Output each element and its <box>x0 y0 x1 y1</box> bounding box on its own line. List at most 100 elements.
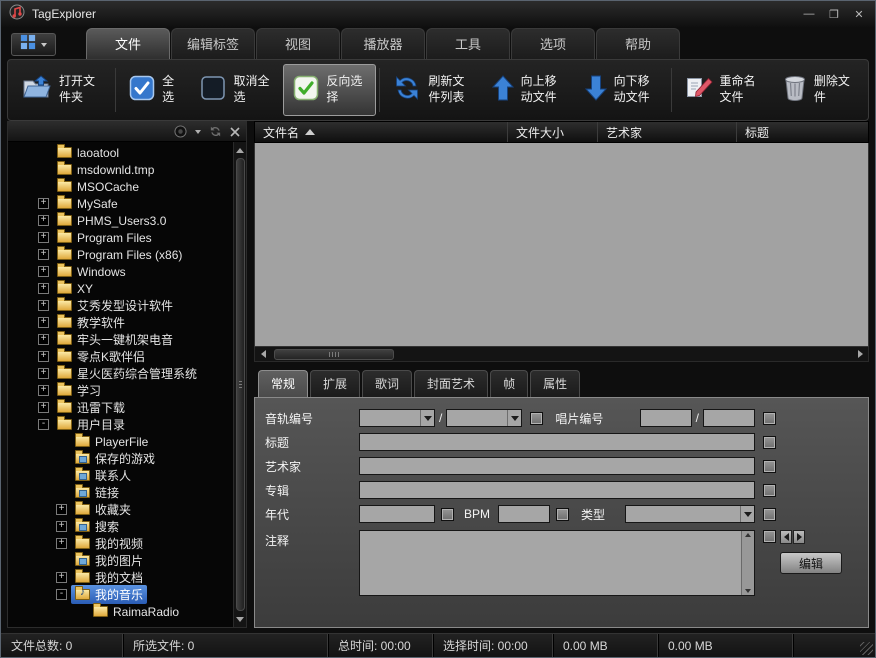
year-input[interactable] <box>359 505 435 523</box>
invert-selection-button[interactable]: 反向选择 <box>283 64 376 116</box>
deselect-all-button[interactable]: 取消全选 <box>190 64 283 116</box>
tree-item[interactable]: MSOCache <box>8 178 233 195</box>
title-input[interactable] <box>359 433 755 451</box>
scrollbar-thumb[interactable] <box>274 349 394 360</box>
edit-button[interactable]: 编辑 <box>780 552 842 574</box>
tree-node[interactable]: RaimaRadio <box>89 604 183 620</box>
next-frame-button[interactable] <box>793 530 805 544</box>
chevron-down-icon[interactable] <box>420 410 434 426</box>
tab-properties[interactable]: 属性 <box>530 370 580 397</box>
tree-item[interactable]: laoatool <box>8 144 233 161</box>
track-total-input[interactable] <box>447 411 507 425</box>
tree-expand-toggle[interactable] <box>38 317 49 328</box>
tree-item[interactable]: 星火医药综合管理系统 <box>8 365 233 382</box>
tree-item[interactable]: Windows <box>8 263 233 280</box>
scroll-down-button[interactable] <box>234 613 246 625</box>
tree-node[interactable]: Program Files <box>53 230 156 246</box>
close-panel-icon[interactable] <box>230 127 240 137</box>
app-menu-button[interactable] <box>11 33 56 56</box>
tree-expand-toggle[interactable] <box>56 521 67 532</box>
bpm-checkbox[interactable] <box>441 508 454 521</box>
tree-item[interactable]: 学习 <box>8 382 233 399</box>
chevron-down-icon[interactable] <box>740 506 754 522</box>
minimize-button[interactable]: — <box>801 8 817 21</box>
open-folder-button[interactable]: 打开文件夹 <box>12 64 112 116</box>
tree-item[interactable]: PlayerFile <box>8 433 233 450</box>
disc-total-input[interactable] <box>703 409 755 427</box>
tree-expand-toggle[interactable] <box>38 300 49 311</box>
scroll-up-button[interactable] <box>234 144 246 156</box>
genre-checkbox[interactable] <box>556 508 569 521</box>
resize-grip[interactable] <box>860 642 873 655</box>
tree-item[interactable]: 收藏夹 <box>8 501 233 518</box>
tree-item[interactable]: RaimaRadio <box>8 603 233 620</box>
album-checkbox[interactable] <box>763 484 776 497</box>
tree-node[interactable]: PHMS_Users3.0 <box>53 213 170 229</box>
maximize-button[interactable]: ❐ <box>826 8 842 21</box>
tree-item[interactable]: 我的音乐 <box>8 586 233 603</box>
tab-cover-art[interactable]: 封面艺术 <box>414 370 488 397</box>
column-filename[interactable]: 文件名 <box>255 122 508 142</box>
move-file-down-button[interactable]: 向下移动文件 <box>575 64 668 116</box>
tab-player[interactable]: 播放器 <box>341 28 425 59</box>
tree-item[interactable]: MySafe <box>8 195 233 212</box>
delete-file-button[interactable]: 删除文件 <box>773 64 864 116</box>
disc-number-input[interactable] <box>640 409 692 427</box>
tree-item[interactable]: Program Files (x86) <box>8 246 233 263</box>
tree-item[interactable]: 牢头一键机架电音 <box>8 331 233 348</box>
tree-item[interactable]: PHMS_Users3.0 <box>8 212 233 229</box>
tree-expand-toggle[interactable] <box>38 385 49 396</box>
scroll-right-button[interactable] <box>853 348 867 361</box>
tab-help[interactable]: 帮助 <box>596 28 680 59</box>
genre-field-checkbox[interactable] <box>763 508 776 521</box>
tree-node[interactable]: 我的音乐 <box>71 585 147 604</box>
tab-extended[interactable]: 扩展 <box>310 370 360 397</box>
artist-input[interactable] <box>359 457 755 475</box>
close-button[interactable]: ✕ <box>851 8 867 21</box>
album-input[interactable] <box>359 481 755 499</box>
tree-item[interactable]: 零点K歌伴侣 <box>8 348 233 365</box>
tab-edit-tags[interactable]: 编辑标签 <box>171 28 255 59</box>
scrollbar-thumb[interactable] <box>236 158 245 611</box>
genre-input[interactable] <box>626 507 740 521</box>
tree-item[interactable]: 我的视频 <box>8 535 233 552</box>
scroll-left-button[interactable] <box>256 348 270 361</box>
genre-combo[interactable] <box>625 505 755 523</box>
tree-item[interactable]: 我的文档 <box>8 569 233 586</box>
tree-expand-toggle[interactable] <box>38 266 49 277</box>
column-artist[interactable]: 艺术家 <box>598 122 737 142</box>
artist-checkbox[interactable] <box>763 460 776 473</box>
tree-expand-toggle[interactable] <box>38 198 49 209</box>
comment-scrollbar[interactable] <box>741 531 754 595</box>
tab-options[interactable]: 选项 <box>511 28 595 59</box>
tree-node[interactable]: Program Files (x86) <box>53 247 186 263</box>
tree-expand-toggle[interactable] <box>38 402 49 413</box>
tree-expand-toggle[interactable] <box>38 334 49 345</box>
select-all-button[interactable]: 全选 <box>119 64 190 116</box>
file-list-body[interactable] <box>254 143 869 347</box>
track-total-combo[interactable] <box>446 409 522 427</box>
tree-node[interactable]: XY <box>53 281 97 297</box>
track-number-combo[interactable] <box>359 409 435 427</box>
rename-file-button[interactable]: 重命名文件 <box>675 64 773 116</box>
tree-expand-toggle[interactable] <box>38 351 49 362</box>
prev-frame-button[interactable] <box>780 530 792 544</box>
tree-item[interactable]: 我的图片 <box>8 552 233 569</box>
tree-expand-toggle[interactable] <box>38 368 49 379</box>
move-file-up-button[interactable]: 向上移动文件 <box>482 64 575 116</box>
tree-item[interactable]: msdownld.tmp <box>8 161 233 178</box>
tree-item[interactable]: 保存的游戏 <box>8 450 233 467</box>
tree-expand-toggle[interactable] <box>56 589 67 600</box>
comment-input[interactable] <box>360 531 741 595</box>
scroll-down-button[interactable] <box>745 589 751 593</box>
tab-lyrics[interactable]: 歌词 <box>362 370 412 397</box>
tree-item[interactable]: Program Files <box>8 229 233 246</box>
tree-node[interactable]: MySafe <box>53 196 122 212</box>
scroll-up-button[interactable] <box>745 533 751 537</box>
tree-expand-toggle[interactable] <box>38 232 49 243</box>
bpm-input[interactable] <box>498 505 550 523</box>
tab-tools[interactable]: 工具 <box>426 28 510 59</box>
tree-vertical-scrollbar[interactable] <box>233 142 246 627</box>
tree-expand-toggle[interactable] <box>56 504 67 515</box>
tree-item[interactable]: XY <box>8 280 233 297</box>
